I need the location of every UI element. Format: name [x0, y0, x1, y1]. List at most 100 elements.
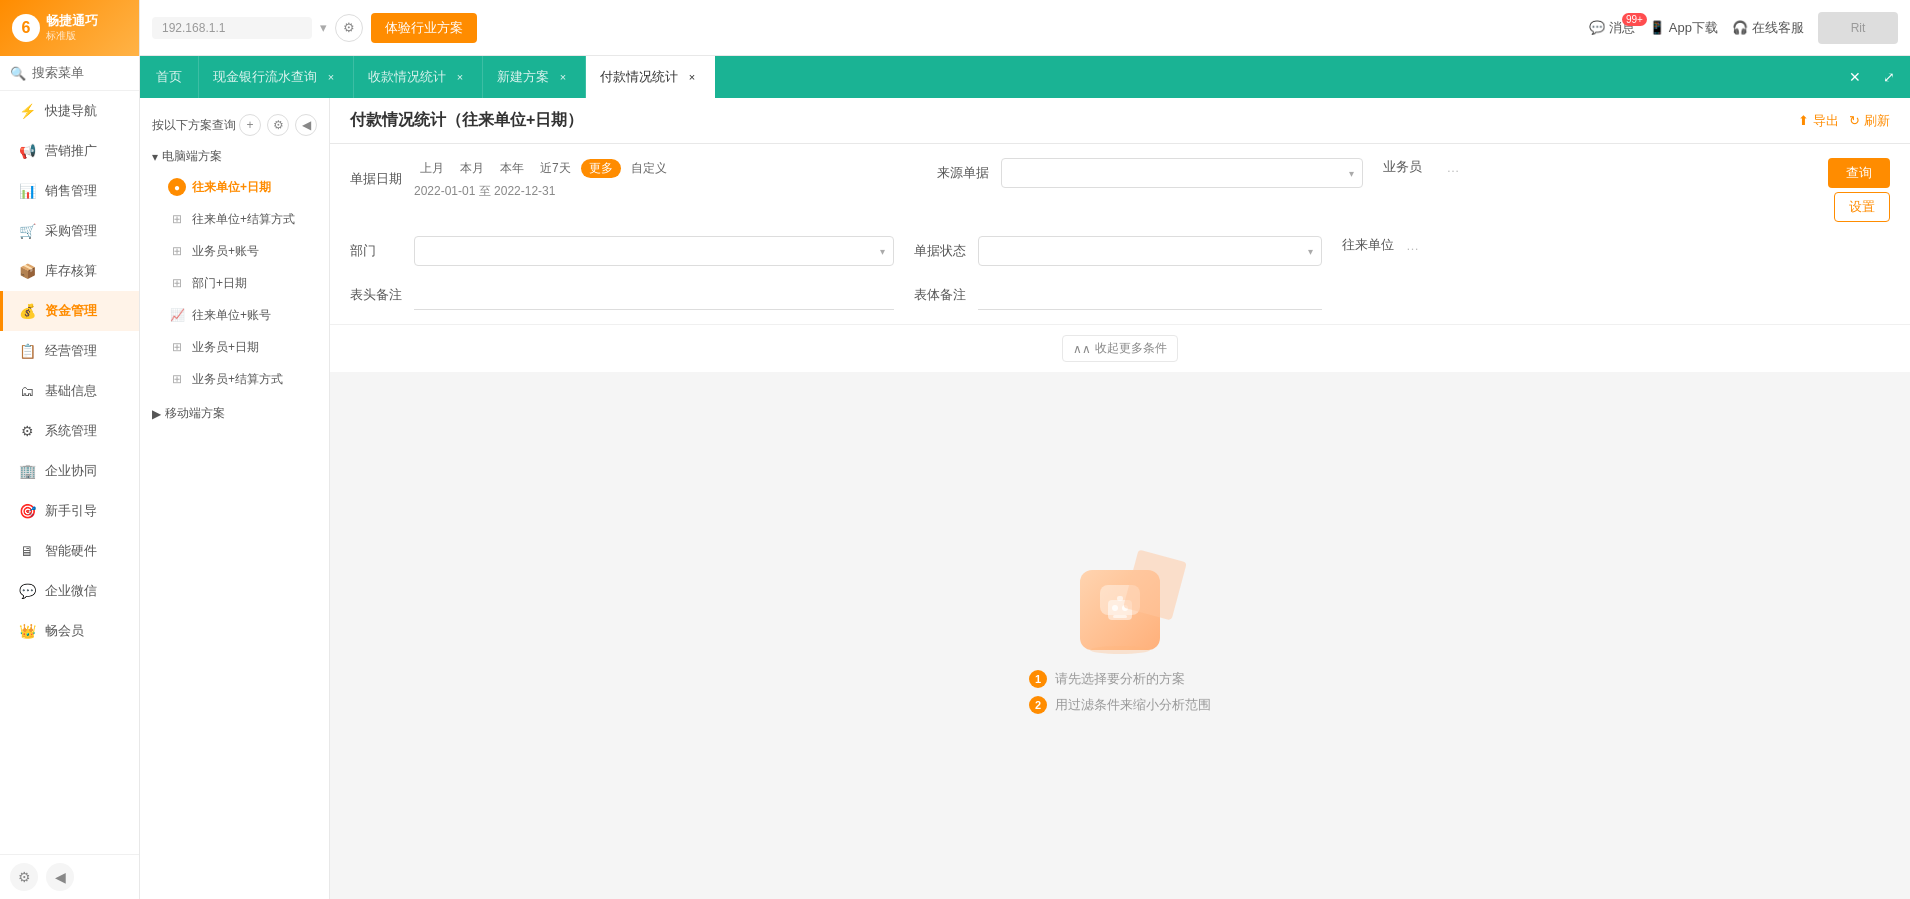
sidebar-item-system[interactable]: ⚙ 系统管理 — [0, 411, 139, 451]
tab-new-scheme[interactable]: 新建方案 × — [483, 56, 586, 98]
scheme-add-btn[interactable]: + — [239, 114, 261, 136]
main-wrapper: 192.168.1.1 ▾ ⚙ 体验行业方案 💬 消息 99+ 📱 App下载 … — [140, 0, 1910, 899]
tab-new-scheme-close[interactable]: × — [555, 69, 571, 85]
scheme-item-unit-date[interactable]: ● 往来单位+日期 — [140, 171, 329, 203]
tab-bank-flow[interactable]: 现金银行流水查询 × — [199, 56, 354, 98]
partner-dots[interactable]: … — [1406, 238, 1421, 253]
topbar-service-btn[interactable]: 🎧 在线客服 — [1732, 19, 1804, 37]
staff-dots[interactable]: … — [1447, 160, 1462, 175]
refresh-icon: ↻ — [1849, 113, 1860, 128]
topbar-dropdown-icon[interactable]: ▾ — [320, 20, 327, 35]
hint-num-1: 1 — [1029, 670, 1047, 688]
topbar-app-btn[interactable]: 📱 App下载 — [1649, 19, 1718, 37]
industry-btn[interactable]: 体验行业方案 — [371, 13, 477, 43]
source-doc-select[interactable]: ▾ — [1001, 158, 1362, 188]
sidebar-item-enterprise[interactable]: 🏢 企业协同 — [0, 451, 139, 491]
sidebar-item-finance[interactable]: 💰 资金管理 — [0, 291, 139, 331]
topbar-address: 192.168.1.1 — [152, 17, 312, 39]
sidebar-settings-btn[interactable]: ⚙ — [10, 863, 38, 891]
partner-label: 往来单位 — [1342, 236, 1398, 254]
scheme-collapse-btn[interactable]: ◀ — [295, 114, 317, 136]
topbar: 192.168.1.1 ▾ ⚙ 体验行业方案 💬 消息 99+ 📱 App下载 … — [140, 0, 1910, 56]
date-option-7days[interactable]: 近7天 — [534, 158, 577, 179]
scheme-settings-btn[interactable]: ⚙ — [267, 114, 289, 136]
collapse-btn[interactable]: ∧∧ 收起更多条件 — [1062, 335, 1178, 362]
scheme-item-unit-settle[interactable]: ⊞ 往来单位+结算方式 — [140, 203, 329, 235]
partner-control: … — [1406, 238, 1750, 253]
export-btn[interactable]: ⬆ 导出 — [1798, 112, 1839, 130]
body-remark-input[interactable] — [978, 280, 1322, 310]
logo-brand: 畅捷通巧 — [46, 13, 98, 29]
sidebar-item-purchase[interactable]: 🛒 采购管理 — [0, 211, 139, 251]
query-btn[interactable]: 查询 — [1828, 158, 1890, 188]
date-option-last-month[interactable]: 上月 — [414, 158, 450, 179]
date-option-this-year[interactable]: 本年 — [494, 158, 530, 179]
date-range-text: 2022-01-01 至 2022-12-31 — [414, 183, 673, 200]
scheme-item-label: 往来单位+日期 — [192, 179, 271, 196]
tab-payment-stats-label: 付款情况统计 — [600, 68, 678, 86]
sidebar-item-label: 经营管理 — [45, 342, 97, 360]
filter-date: 单据日期 上月 本月 本年 近7天 更多 自定义 — [350, 158, 917, 200]
scheme-item-dept-date[interactable]: ⊞ 部门+日期 — [140, 267, 329, 299]
tab-receipt-stats[interactable]: 收款情况统计 × — [354, 56, 483, 98]
sidebar-collapse-btn[interactable]: ◀ — [46, 863, 74, 891]
settings-btn[interactable]: 设置 — [1834, 192, 1890, 222]
system-icon: ⚙ — [17, 421, 37, 441]
scheme-item-unit-account[interactable]: 📈 往来单位+账号 — [140, 299, 329, 331]
page-actions: ⬆ 导出 ↻ 刷新 — [1798, 112, 1890, 130]
filter-header-remark: 表头备注 — [350, 280, 894, 310]
tab-payment-stats[interactable]: 付款情况统计 × — [586, 56, 715, 98]
sidebar-nav: ⚡ 快捷导航 📢 营销推广 📊 销售管理 🛒 采购管理 📦 库存核算 💰 资金管… — [0, 91, 139, 854]
sidebar-item-sales[interactable]: 📊 销售管理 — [0, 171, 139, 211]
user-avatar[interactable]: Rit — [1818, 12, 1898, 44]
dept-select[interactable]: ▾ — [414, 236, 894, 266]
sidebar-item-member[interactable]: 👑 畅会员 — [0, 611, 139, 651]
tab-new-scheme-label: 新建方案 — [497, 68, 549, 86]
sidebar-item-inventory[interactable]: 📦 库存核算 — [0, 251, 139, 291]
header-remark-input[interactable] — [414, 280, 894, 310]
tabbar-close-btn[interactable]: ✕ — [1842, 64, 1868, 90]
sidebar-item-label: 智能硬件 — [45, 542, 97, 560]
tab-receipt-stats-label: 收款情况统计 — [368, 68, 446, 86]
sidebar-item-ops[interactable]: 📋 经营管理 — [0, 331, 139, 371]
date-option-more[interactable]: 更多 — [581, 159, 621, 178]
sidebar-item-basic[interactable]: 🗂 基础信息 — [0, 371, 139, 411]
topbar-gear-btn[interactable]: ⚙ — [335, 14, 363, 42]
sales-icon: 📊 — [17, 181, 37, 201]
topbar-msg-btn[interactable]: 💬 消息 99+ — [1589, 19, 1635, 37]
sidebar-search[interactable]: 🔍 搜索菜单 — [0, 56, 139, 91]
refresh-btn[interactable]: ↻ 刷新 — [1849, 112, 1890, 130]
sidebar-item-hardware[interactable]: 🖥 智能硬件 — [0, 531, 139, 571]
tab-receipt-stats-close[interactable]: × — [452, 69, 468, 85]
header-remark-label: 表头备注 — [350, 286, 406, 304]
tab-bank-flow-close[interactable]: × — [323, 69, 339, 85]
doc-status-select[interactable]: ▾ — [978, 236, 1322, 266]
scheme-item-staff-settle[interactable]: ⊞ 业务员+结算方式 — [140, 363, 329, 395]
chevron-down-icon: ▾ — [152, 150, 158, 164]
export-label: 导出 — [1813, 112, 1839, 130]
scheme-item-label: 业务员+日期 — [192, 339, 259, 356]
date-option-this-month[interactable]: 本月 — [454, 158, 490, 179]
basic-icon: 🗂 — [17, 381, 37, 401]
chevron-down-icon: ▾ — [880, 246, 885, 257]
date-option-custom[interactable]: 自定义 — [625, 158, 673, 179]
tab-home[interactable]: 首页 — [140, 56, 199, 98]
scheme-desktop-category[interactable]: ▾ 电脑端方案 — [140, 142, 329, 171]
empty-illustration — [1060, 550, 1180, 650]
filter-partner: 往来单位 … — [1342, 236, 1750, 254]
sidebar-item-wechat[interactable]: 💬 企业微信 — [0, 571, 139, 611]
scheme-mobile-category[interactable]: ▶ 移动端方案 — [140, 399, 329, 428]
tabbar-expand-btn[interactable]: ⤢ — [1876, 64, 1902, 90]
mobile-category-label: 移动端方案 — [165, 405, 225, 422]
address-text: 192.168.1.1 — [162, 21, 225, 35]
scheme-item-staff-date[interactable]: ⊞ 业务员+日期 — [140, 331, 329, 363]
sidebar-item-guide[interactable]: 🎯 新手引导 — [0, 491, 139, 531]
sidebar-item-quick-nav[interactable]: ⚡ 快捷导航 — [0, 91, 139, 131]
scheme-item-label: 往来单位+结算方式 — [192, 211, 295, 228]
user-name: Rit — [1851, 21, 1866, 35]
sidebar-item-marketing[interactable]: 📢 营销推广 — [0, 131, 139, 171]
logo-text-block: 畅捷通巧 标准版 — [46, 13, 98, 43]
table-icon: ⊞ — [168, 242, 186, 260]
scheme-item-staff-account[interactable]: ⊞ 业务员+账号 — [140, 235, 329, 267]
tab-payment-stats-close[interactable]: × — [684, 69, 700, 85]
